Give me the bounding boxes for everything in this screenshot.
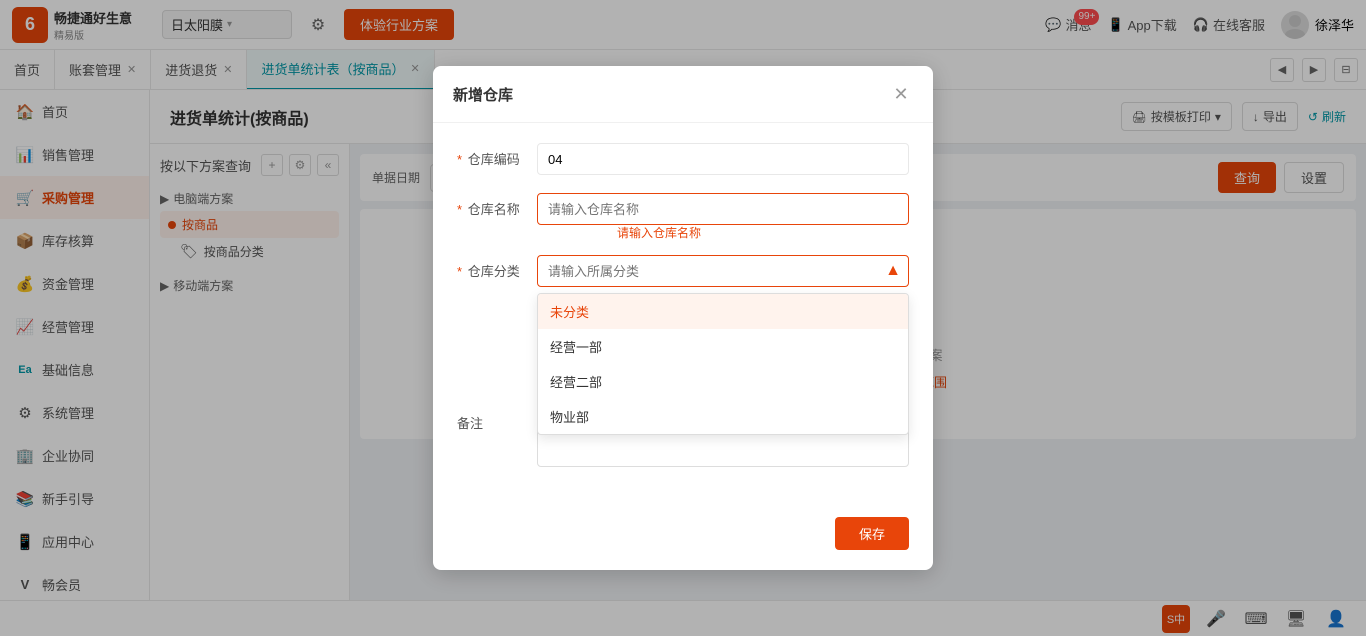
modal-header: 新增仓库 ✕ <box>433 66 933 123</box>
dropdown-item-dept2[interactable]: 经营二部 <box>538 364 908 399</box>
category-dropdown: 未分类 经营一部 经营二部 物业部 <box>537 293 909 435</box>
modal-overlay[interactable]: 新增仓库 ✕ * 仓库编码 * 仓库名称 请输入仓库名称 <box>0 0 1366 636</box>
code-label: * 仓库编码 <box>457 143 537 168</box>
category-label: * 仓库分类 <box>457 255 537 280</box>
form-row-code: * 仓库编码 <box>457 143 909 175</box>
modal-footer: 保存 <box>433 505 933 570</box>
name-label: * 仓库名称 <box>457 193 537 218</box>
name-error-text: 请输入仓库名称 <box>617 224 701 241</box>
name-input-wrap: 请输入仓库名称 <box>537 193 909 225</box>
new-warehouse-modal: 新增仓库 ✕ * 仓库编码 * 仓库名称 请输入仓库名称 <box>433 66 933 570</box>
dropdown-item-unclassified[interactable]: 未分类 <box>538 294 908 329</box>
form-row-name: * 仓库名称 请输入仓库名称 <box>457 193 909 225</box>
category-dropdown-toggle[interactable]: ▲ <box>885 262 901 280</box>
dropdown-item-dept3[interactable]: 物业部 <box>538 399 908 434</box>
modal-close-button[interactable]: ✕ <box>889 82 913 106</box>
dropdown-item-dept1[interactable]: 经营一部 <box>538 329 908 364</box>
name-input[interactable] <box>537 193 909 225</box>
code-input[interactable] <box>537 143 909 175</box>
category-input-wrap: ▲ 未分类 经营一部 经营二部 物业部 <box>537 255 909 287</box>
save-button[interactable]: 保存 <box>835 517 909 550</box>
modal-title: 新增仓库 <box>453 84 513 105</box>
modal-body: * 仓库编码 * 仓库名称 请输入仓库名称 * <box>433 123 933 505</box>
note-label: 备注 <box>457 407 537 432</box>
form-row-category: * 仓库分类 ▲ 未分类 经营一部 经营二部 物业部 <box>457 255 909 287</box>
category-input[interactable] <box>537 255 909 287</box>
